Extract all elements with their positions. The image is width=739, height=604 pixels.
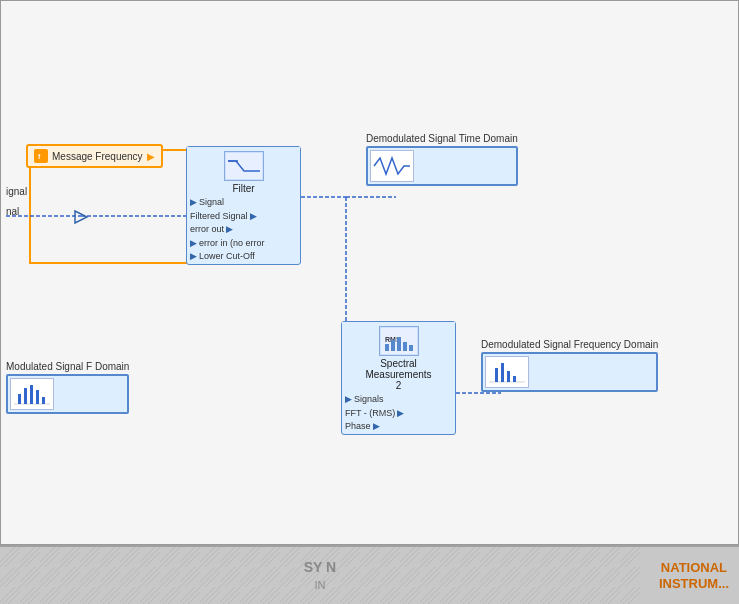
spectral-icon: RMS bbox=[379, 326, 419, 356]
demod-freq-waveform bbox=[485, 356, 529, 388]
demod-freq-container: Demodulated Signal Frequency Domain bbox=[481, 339, 658, 392]
main-canvas: ignal nal f Message Frequency ▶ bbox=[0, 0, 739, 545]
modulated-display-container: Modulated Signal F Domain bbox=[6, 361, 129, 414]
msg-freq-arrow: ▶ bbox=[147, 151, 155, 162]
ni-logo: NATIONAL INSTRUM... bbox=[659, 560, 729, 591]
svg-marker-14 bbox=[75, 211, 87, 223]
demod-time-container: Demodulated Signal Time Domain bbox=[366, 133, 518, 186]
bottom-bar: SY N IN NATIONAL INSTRUM... bbox=[0, 545, 739, 604]
signal-arrow bbox=[73, 209, 89, 227]
svg-rect-31 bbox=[36, 390, 39, 404]
svg-rect-21 bbox=[385, 344, 389, 351]
svg-rect-43 bbox=[0, 547, 640, 604]
demod-freq-label: Demodulated Signal Frequency Domain bbox=[481, 339, 658, 350]
spectral-block[interactable]: RMS SpectralMeasurements2 ▶Signals FFT -… bbox=[341, 321, 456, 435]
filter-block[interactable]: Filter ▶Signal Filtered Signal▶ error ou… bbox=[186, 146, 301, 265]
bottom-pattern: SY N IN bbox=[0, 547, 640, 604]
modulated-display[interactable] bbox=[6, 374, 129, 414]
signal-label-bottom: nal bbox=[6, 206, 19, 217]
svg-rect-24 bbox=[403, 342, 407, 351]
svg-text:SY N: SY N bbox=[304, 559, 336, 575]
demod-time-display[interactable] bbox=[366, 146, 518, 186]
svg-rect-28 bbox=[18, 394, 21, 404]
filter-waveform-svg bbox=[226, 153, 262, 179]
svg-rect-37 bbox=[501, 363, 504, 382]
svg-rect-22 bbox=[391, 340, 395, 351]
filter-icon bbox=[224, 151, 264, 181]
spectral-ports: ▶Signals FFT - (RMS)▶ Phase▶ bbox=[342, 393, 455, 434]
filter-title: Filter bbox=[187, 147, 300, 196]
svg-rect-36 bbox=[495, 368, 498, 382]
svg-rect-39 bbox=[513, 376, 516, 382]
svg-rect-17 bbox=[226, 153, 262, 179]
demod-time-label: Demodulated Signal Time Domain bbox=[366, 133, 518, 144]
svg-rect-2 bbox=[29, 262, 189, 264]
svg-rect-23 bbox=[397, 337, 401, 351]
svg-rect-32 bbox=[42, 397, 45, 404]
modulated-label: Modulated Signal F Domain bbox=[6, 361, 129, 372]
message-freq-icon: f bbox=[34, 149, 48, 163]
modulated-waveform bbox=[10, 378, 54, 410]
signal-label-top: ignal bbox=[6, 186, 27, 197]
spectral-title: RMS SpectralMeasurements2 bbox=[342, 322, 455, 393]
svg-text:IN: IN bbox=[315, 579, 326, 591]
svg-rect-25 bbox=[409, 345, 413, 351]
svg-rect-29 bbox=[24, 388, 27, 404]
demod-freq-display[interactable] bbox=[481, 352, 658, 392]
svg-rect-30 bbox=[30, 385, 33, 404]
filter-ports: ▶Signal Filtered Signal▶ error out▶ ▶err… bbox=[187, 196, 300, 264]
wires-overlay bbox=[1, 1, 739, 546]
svg-rect-38 bbox=[507, 371, 510, 382]
message-frequency-block[interactable]: f Message Frequency ▶ bbox=[26, 144, 163, 168]
demod-time-waveform bbox=[370, 150, 414, 182]
message-freq-label: Message Frequency bbox=[52, 151, 143, 162]
spectral-label: SpectralMeasurements2 bbox=[365, 358, 431, 391]
